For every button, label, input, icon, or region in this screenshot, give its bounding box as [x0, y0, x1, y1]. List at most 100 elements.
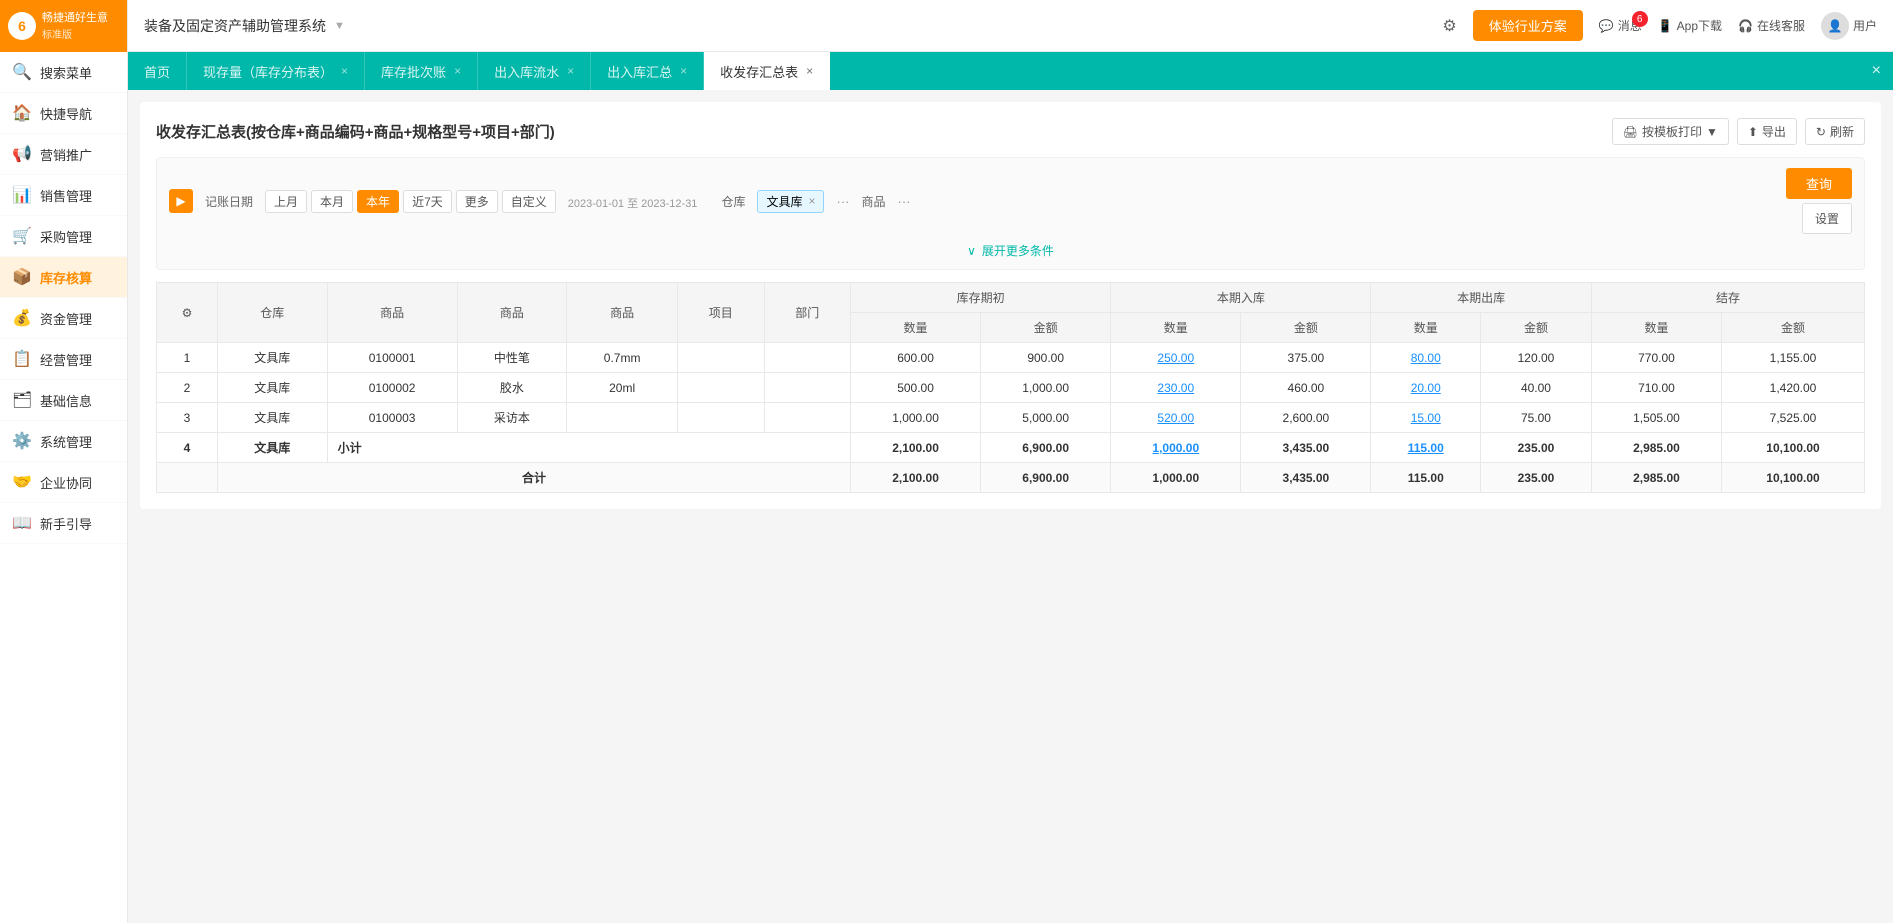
footer-open-qty: 2,100.00	[851, 463, 981, 493]
sidebar-item-marketing[interactable]: 📢营销推广	[0, 134, 127, 175]
filter-expand-btn[interactable]: ▶	[169, 189, 193, 213]
in-qty-cell: 520.00	[1111, 403, 1241, 433]
warehouse-tag-close[interactable]: ×	[808, 194, 815, 208]
page-content: 收发存汇总表(按仓库+商品编码+商品+规格型号+项目+部门) 🖨 按模板打印 ▼…	[128, 90, 1893, 923]
bal-amt-cell: 7,525.00	[1722, 403, 1865, 433]
date-this-month[interactable]: 本月	[311, 190, 353, 213]
tab-label-4: 出入库汇总	[607, 62, 672, 81]
tab-item-2[interactable]: 库存批次账×	[365, 52, 478, 90]
phone-icon: 📱	[1658, 19, 1673, 33]
print-button[interactable]: 🖨 按模板打印 ▼	[1612, 118, 1729, 145]
bal-qty-cell: 2,985.00	[1591, 433, 1721, 463]
sidebar-label-operation: 经营管理	[40, 350, 92, 369]
marketing-icon: 📢	[12, 144, 32, 164]
filter-settings-btn[interactable]: 设置	[1802, 203, 1852, 234]
sidebar-item-system[interactable]: ⚙️ 系统管理	[0, 421, 127, 462]
quick-icon: 🏠	[12, 103, 32, 123]
open-amt-cell: 1,000.00	[981, 373, 1111, 403]
sidebar-item-quick[interactable]: 🏠快捷导航	[0, 93, 127, 134]
out-qty-cell: 20.00	[1371, 373, 1481, 403]
gear-settings-icon[interactable]: ⚙	[1442, 16, 1456, 36]
open-amt-header: 金额	[981, 313, 1111, 343]
sidebar-item-operation[interactable]: 📋 经营管理	[0, 339, 127, 380]
goods-more-dots[interactable]: ···	[898, 194, 911, 209]
tabs-bar: 首页现存量（库存分布表）×库存批次账×出入库流水×出入库汇总×收发存汇总表× ×	[128, 52, 1893, 90]
sidebar-logo: 6 畅捷通好生意 标准版	[0, 0, 127, 52]
bal-amt-cell: 1,155.00	[1722, 343, 1865, 373]
tab-close-2[interactable]: ×	[454, 64, 461, 78]
sidebar-item-basic[interactable]: 🗂基础信息	[0, 380, 127, 421]
date-shortcuts: 上月 本月 本年 近7天 更多 自定义	[265, 190, 556, 213]
page-actions: 🖨 按模板打印 ▼ ⬆ 导出 ↻ 刷新	[1612, 118, 1865, 145]
subtotal-cell: 小计	[327, 433, 850, 463]
tab-close-4[interactable]: ×	[680, 64, 687, 78]
dropdown-icon: ▼	[1706, 125, 1718, 139]
in-amt-cell: 3,435.00	[1241, 433, 1371, 463]
tab-close-1[interactable]: ×	[341, 64, 348, 78]
out-amt-header: 金额	[1481, 313, 1592, 343]
in-qty-cell: 250.00	[1111, 343, 1241, 373]
message-btn[interactable]: 💬 消息 6	[1599, 17, 1642, 34]
footer-open-amt: 6,900.00	[981, 463, 1111, 493]
tab-item-5[interactable]: 收发存汇总表×	[704, 52, 830, 90]
top-header: 装备及固定资产辅助管理系统 ▼ ⚙ 体验行业方案 💬 消息 6 📱 App下载 …	[128, 0, 1893, 52]
code-cell: 0100003	[327, 403, 457, 433]
online-service-btn[interactable]: 🎧 在线客服	[1738, 17, 1805, 34]
expand-label: 展开更多条件	[982, 242, 1054, 259]
query-button[interactable]: 查询	[1786, 168, 1852, 199]
sidebar-item-sales[interactable]: 📊销售管理	[0, 175, 127, 216]
project-cell	[678, 403, 764, 433]
refresh-button[interactable]: ↻ 刷新	[1805, 118, 1865, 145]
footer-out-qty: 115.00	[1371, 463, 1481, 493]
settings-col-header[interactable]: ⚙	[157, 283, 218, 343]
tab-close-5[interactable]: ×	[806, 64, 813, 78]
stock-out-header: 本期出库	[1371, 283, 1591, 313]
sidebar-item-collab[interactable]: 🤝企业协同	[0, 462, 127, 503]
in-amt-cell: 2,600.00	[1241, 403, 1371, 433]
sidebar-item-finance[interactable]: 💰资金管理	[0, 298, 127, 339]
open-qty-cell: 500.00	[851, 373, 981, 403]
tab-item-0[interactable]: 首页	[128, 52, 187, 90]
expand-conditions-row[interactable]: ∨ 展开更多条件	[169, 242, 1852, 259]
table-row: 2 文具库 0100002 胶水 20ml 500.00 1,000.00 23…	[157, 373, 1865, 403]
tab-item-1[interactable]: 现存量（库存分布表） ×	[187, 52, 365, 90]
date-custom[interactable]: 自定义	[502, 190, 556, 213]
spec-cell: 20ml	[567, 373, 678, 403]
date-this-year[interactable]: 本年	[357, 190, 399, 213]
open-amt-cell: 900.00	[981, 343, 1111, 373]
table-row: 4 文具库 小计 2,100.00 6,900.00 1,000.00 3,43…	[157, 433, 1865, 463]
collab-icon: 🤝	[12, 472, 32, 492]
tab-item-4[interactable]: 出入库汇总 ×	[591, 52, 704, 90]
sidebar-label-basic: 基础信息	[40, 391, 92, 410]
sidebar-item-purchase[interactable]: 🛒采购管理	[0, 216, 127, 257]
warehouse-more-dots[interactable]: ···	[836, 194, 849, 209]
operation-icon: 📋	[12, 349, 32, 369]
balance-header: 结存	[1591, 283, 1864, 313]
tab-item-3[interactable]: 出入库流水×	[478, 52, 591, 90]
date-last-month[interactable]: 上月	[265, 190, 307, 213]
purchase-icon: 🛒	[12, 226, 32, 246]
sidebar-item-search[interactable]: 🔍搜索菜单	[0, 52, 127, 93]
date-more[interactable]: 更多	[456, 190, 498, 213]
name-cell: 胶水	[457, 373, 567, 403]
bal-amt-header: 金额	[1722, 313, 1865, 343]
close-all-tabs-btn[interactable]: ×	[1860, 52, 1893, 90]
sidebar-item-inventory[interactable]: 📦库存核算	[0, 257, 127, 298]
system-icon: ⚙️	[12, 431, 32, 451]
guide-icon: 📖	[12, 513, 32, 533]
finance-icon: 💰	[12, 308, 32, 328]
export-button[interactable]: ⬆ 导出	[1737, 118, 1797, 145]
date-7days[interactable]: 近7天	[403, 190, 452, 213]
warehouse-tag-text: 文具库	[766, 193, 802, 210]
tab-label-0: 首页	[144, 62, 170, 81]
sidebar-label-system: 系统管理	[40, 432, 92, 451]
user-menu-btn[interactable]: 👤 用户	[1821, 12, 1877, 40]
sidebar-item-guide[interactable]: 📖新手引导	[0, 503, 127, 544]
app-download-btn[interactable]: 📱 App下载	[1658, 17, 1722, 34]
sidebar-label-sales: 销售管理	[40, 186, 92, 205]
tab-label-1: 现存量（库存分布表）	[203, 62, 333, 81]
try-industry-button[interactable]: 体验行业方案	[1473, 10, 1583, 41]
tab-close-3[interactable]: ×	[567, 64, 574, 78]
open-amt-cell: 6,900.00	[981, 433, 1111, 463]
project-col-header: 项目	[678, 283, 764, 343]
